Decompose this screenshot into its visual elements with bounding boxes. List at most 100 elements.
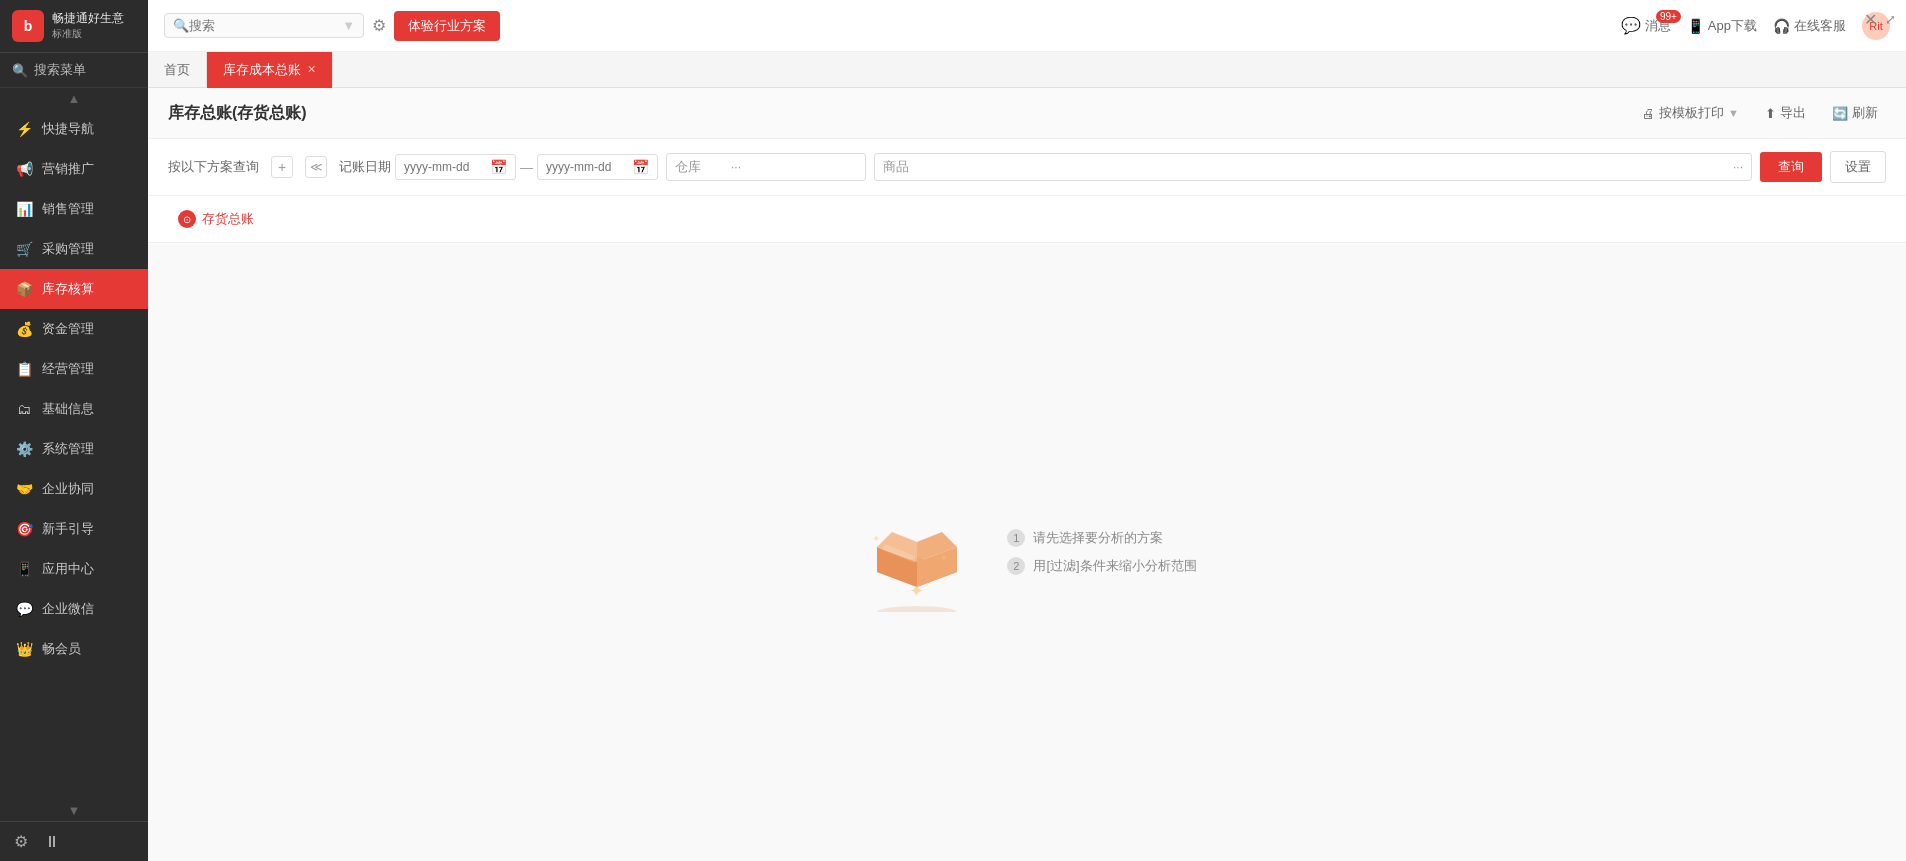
sidebar-item-quick-nav[interactable]: ⚡ 快捷导航	[0, 109, 148, 149]
sidebar-item-label: 新手引导	[42, 520, 94, 538]
tip-text-1: 请先选择要分析的方案	[1033, 529, 1163, 547]
date-start-field[interactable]	[404, 160, 484, 174]
close-panel-icon[interactable]: ✕	[1862, 8, 1879, 31]
sidebar-item-label: 采购管理	[42, 240, 94, 258]
filter-collapse-button[interactable]: ≪	[305, 156, 327, 178]
app-name: 畅捷通好生意	[52, 11, 124, 27]
scroll-up-arrow[interactable]: ▲	[0, 88, 148, 109]
purchase-icon: 🛒	[14, 239, 34, 259]
empty-tip-2: 2 用[过滤]条件来缩小分析范围	[1007, 557, 1196, 575]
topbar-gear-icon[interactable]: ⚙	[372, 16, 386, 35]
sidebar-item-sales[interactable]: 📊 销售管理	[0, 189, 148, 229]
sidebar-item-label: 营销推广	[42, 160, 94, 178]
footer-audio-icon[interactable]: ⏸	[44, 833, 60, 851]
topbar-search-input[interactable]	[189, 18, 339, 33]
settings-button[interactable]: 设置	[1830, 151, 1886, 183]
industry-solution-button[interactable]: 体验行业方案	[394, 11, 500, 41]
filter-bar: 按以下方案查询 + ≪ 记账日期 📅 — 📅	[148, 139, 1906, 196]
sidebar-logo: b 畅捷通好生意 标准版	[0, 0, 148, 53]
product-select-label: 商品	[883, 158, 909, 176]
topbar-search-box[interactable]: 🔍 ▼	[164, 13, 364, 38]
app-download-button[interactable]: 📱 App下载	[1687, 17, 1757, 35]
wechat-icon: 💬	[14, 599, 34, 619]
page-title: 库存总账(存货总账)	[168, 103, 307, 124]
marketing-icon: 📢	[14, 159, 34, 179]
print-template-button[interactable]: 🖨 按模板打印 ▼	[1634, 100, 1747, 126]
search-icon: 🔍	[12, 63, 28, 78]
sidebar-item-label: 畅会员	[42, 640, 81, 658]
sidebar-item-business[interactable]: 📋 经营管理	[0, 349, 148, 389]
sidebar-item-label: 基础信息	[42, 400, 94, 418]
online-service-button[interactable]: 🎧 在线客服	[1773, 17, 1846, 35]
filter-add-button[interactable]: +	[271, 156, 293, 178]
date-filter-group: 记账日期 📅 — 📅	[339, 154, 658, 180]
tab-inventory-cost[interactable]: 库存成本总账 ✕	[207, 52, 333, 88]
scheme-item[interactable]: ⊙ 存货总账	[168, 206, 264, 232]
footer-settings-icon[interactable]: ⚙	[14, 832, 28, 851]
app-download-icon: 📱	[1687, 18, 1704, 34]
sidebar-item-cooperation[interactable]: 🤝 企业协同	[0, 469, 148, 509]
sidebar: b 畅捷通好生意 标准版 🔍 搜索菜单 ▲ ⚡ 快捷导航 📢 营销推广 📊 销售…	[0, 0, 148, 861]
finance-icon: 💰	[14, 319, 34, 339]
refresh-button[interactable]: 🔄 刷新	[1824, 100, 1886, 126]
calendar-start-icon: 📅	[490, 159, 507, 175]
topbar-right: 💬 消息 99+ 📱 App下载 🎧 在线客服 Rit	[1621, 12, 1890, 40]
sidebar-item-label: 系统管理	[42, 440, 94, 458]
expand-panel-icon[interactable]: ⤢	[1883, 10, 1898, 29]
product-more-icon: ···	[1733, 160, 1743, 174]
quick-nav-icon: ⚡	[14, 119, 34, 139]
product-select[interactable]: 商品 ···	[874, 153, 1752, 181]
print-icon: 🖨	[1642, 106, 1655, 121]
svg-text:✦: ✦	[909, 581, 924, 601]
sidebar-footer: ⚙ ⏸	[0, 821, 148, 861]
tabs-bar: 首页 库存成本总账 ✕ ✕ ⤢	[148, 52, 1906, 88]
warehouse-more-icon: ···	[731, 160, 741, 174]
sidebar-item-label: 资金管理	[42, 320, 94, 338]
sidebar-item-guide[interactable]: 🎯 新手引导	[0, 509, 148, 549]
sidebar-search[interactable]: 🔍 搜索菜单	[0, 53, 148, 88]
svg-text:✦: ✦	[872, 533, 880, 544]
topbar-search-area: 🔍 ▼ ⚙ 体验行业方案	[164, 11, 1613, 41]
vip-icon: 👑	[14, 639, 34, 659]
scheme-selector: ⊙ 存货总账	[148, 196, 1906, 243]
sidebar-item-label: 企业微信	[42, 600, 94, 618]
topbar-search-icon: 🔍	[173, 18, 189, 33]
warehouse-select[interactable]: 仓库 ···	[666, 153, 866, 181]
refresh-icon: 🔄	[1832, 106, 1848, 121]
message-button[interactable]: 💬 消息 99+	[1621, 16, 1671, 35]
business-icon: 📋	[14, 359, 34, 379]
sidebar-item-app-center[interactable]: 📱 应用中心	[0, 549, 148, 589]
print-template-label: 按模板打印	[1659, 104, 1724, 122]
message-icon: 💬	[1621, 16, 1641, 35]
sidebar-item-label: 快捷导航	[42, 120, 94, 138]
tab-close-icon[interactable]: ✕	[307, 63, 316, 76]
sidebar-item-finance[interactable]: 💰 资金管理	[0, 309, 148, 349]
guide-icon: 🎯	[14, 519, 34, 539]
export-button[interactable]: ⬆ 导出	[1757, 100, 1814, 126]
panel-controls: ✕ ⤢	[1854, 0, 1906, 39]
sidebar-item-basic[interactable]: 🗂 基础信息	[0, 389, 148, 429]
refresh-label: 刷新	[1852, 104, 1878, 122]
date-end-field[interactable]	[546, 160, 626, 174]
query-button[interactable]: 查询	[1760, 152, 1822, 182]
sidebar-item-vip[interactable]: 👑 畅会员	[0, 629, 148, 669]
main-content: 🔍 ▼ ⚙ 体验行业方案 💬 消息 99+ 📱 App下载 🎧 在线客服	[148, 0, 1906, 861]
sidebar-item-purchase[interactable]: 🛒 采购管理	[0, 229, 148, 269]
tab-home[interactable]: 首页	[148, 52, 207, 88]
sidebar-item-label: 企业协同	[42, 480, 94, 498]
sidebar-item-inventory[interactable]: 📦 库存核算	[0, 269, 148, 309]
warehouse-select-label: 仓库	[675, 158, 701, 176]
app-badge: 标准版	[52, 27, 124, 41]
app-logo-icon: b	[12, 10, 44, 42]
empty-tips: 1 请先选择要分析的方案 2 用[过滤]条件来缩小分析范围	[1007, 529, 1196, 575]
empty-illustration: ✦ ✦ ✦	[857, 492, 977, 612]
print-dropdown-icon: ▼	[1728, 107, 1739, 119]
tip-text-2: 用[过滤]条件来缩小分析范围	[1033, 557, 1196, 575]
date-end-input[interactable]: 📅	[537, 154, 658, 180]
sidebar-item-system[interactable]: ⚙️ 系统管理	[0, 429, 148, 469]
sidebar-item-wechat[interactable]: 💬 企业微信	[0, 589, 148, 629]
scroll-down-arrow[interactable]: ▼	[0, 800, 148, 821]
date-separator: —	[520, 160, 533, 175]
sidebar-item-marketing[interactable]: 📢 营销推广	[0, 149, 148, 189]
date-start-input[interactable]: 📅	[395, 154, 516, 180]
